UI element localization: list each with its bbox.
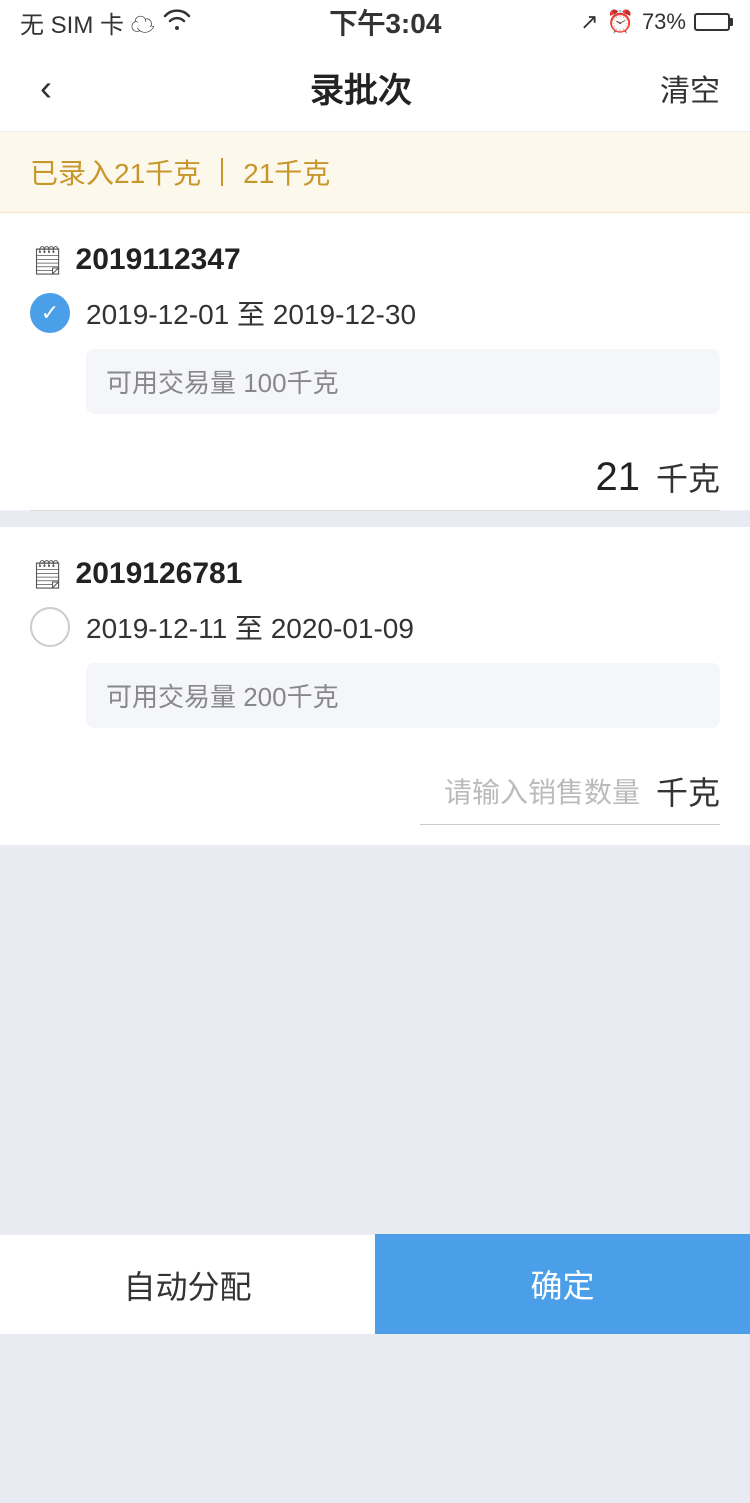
status-right: ↗ ⏰ 73% (580, 9, 730, 35)
bottom-spacer (0, 845, 750, 1503)
batch2-header: 🗒 2019126781 (30, 557, 720, 591)
batch1-id: 2019112347 (76, 243, 241, 277)
summary-divider (221, 158, 223, 186)
batch1-icon: 🗒 (30, 244, 66, 277)
batch-item-1: 🗒 2019112347 ✓ 2019-12-01 至 2019-12-30 可… (0, 213, 750, 434)
location-icon: ↗ (580, 9, 598, 35)
batch2-input-row: 请输入销售数量 千克 (0, 748, 750, 814)
section-divider (0, 511, 750, 527)
batch-item-2: 🗒 2019126781 ✓ 2019-12-11 至 2020-01-09 可… (0, 527, 750, 748)
clear-button[interactable]: 清空 (660, 66, 720, 110)
alarm-icon: ⏰ (607, 9, 634, 35)
batch1-quantity-row: 21 千克 (0, 434, 750, 510)
batch1-check-icon: ✓ (41, 300, 59, 326)
batch1-date: 2019-12-01 至 2019-12-30 (86, 293, 416, 333)
status-bar: 无 SIM 卡 ☁ 下午3:04 ↗ ⏰ 73% (0, 0, 750, 44)
summary-banner: 已录入21千克 21千克 (0, 132, 750, 213)
batch1-quantity-unit: 千克 (656, 454, 720, 500)
batch1-header: 🗒 2019112347 (30, 243, 720, 277)
summary-value: 21千克 (243, 152, 330, 192)
auto-distribute-button[interactable]: 自动分配 (0, 1234, 375, 1334)
back-button[interactable]: ‹ (30, 57, 62, 119)
nav-bar: ‹ 录批次 清空 (0, 44, 750, 132)
batch2-available: 可用交易量 200千克 (86, 663, 720, 728)
batch1-radio[interactable]: ✓ (30, 293, 70, 333)
page-title: 录批次 (310, 63, 412, 112)
batch2-unit: 千克 (656, 768, 720, 814)
batch2-underline-wrap (0, 814, 750, 845)
batch2-input-placeholder: 请输入销售数量 (444, 771, 640, 811)
batch2-underline (420, 824, 720, 825)
confirm-button[interactable]: 确定 (375, 1234, 750, 1334)
batch1-quantity-value: 21 (595, 455, 640, 500)
summary-label: 已录入21千克 (30, 152, 201, 192)
status-time: 下午3:04 (329, 2, 441, 42)
no-sim-label: 无 SIM 卡 ☁ (20, 5, 155, 40)
batch1-available: 可用交易量 100千克 (86, 349, 720, 414)
batch2-icon: 🗒 (30, 558, 66, 591)
batch2-radio[interactable]: ✓ (30, 607, 70, 647)
status-left: 无 SIM 卡 ☁ (20, 5, 191, 40)
batch2-date-row: ✓ 2019-12-11 至 2020-01-09 (30, 607, 720, 647)
battery-percent: 73% (642, 9, 686, 35)
bottom-bar: 自动分配 确定 (0, 1234, 750, 1334)
battery-icon (694, 13, 730, 31)
batch2-date: 2019-12-11 至 2020-01-09 (86, 607, 414, 647)
batch2-id: 2019126781 (76, 557, 243, 591)
wifi-icon (163, 8, 191, 37)
batch1-date-row: ✓ 2019-12-01 至 2019-12-30 (30, 293, 720, 333)
